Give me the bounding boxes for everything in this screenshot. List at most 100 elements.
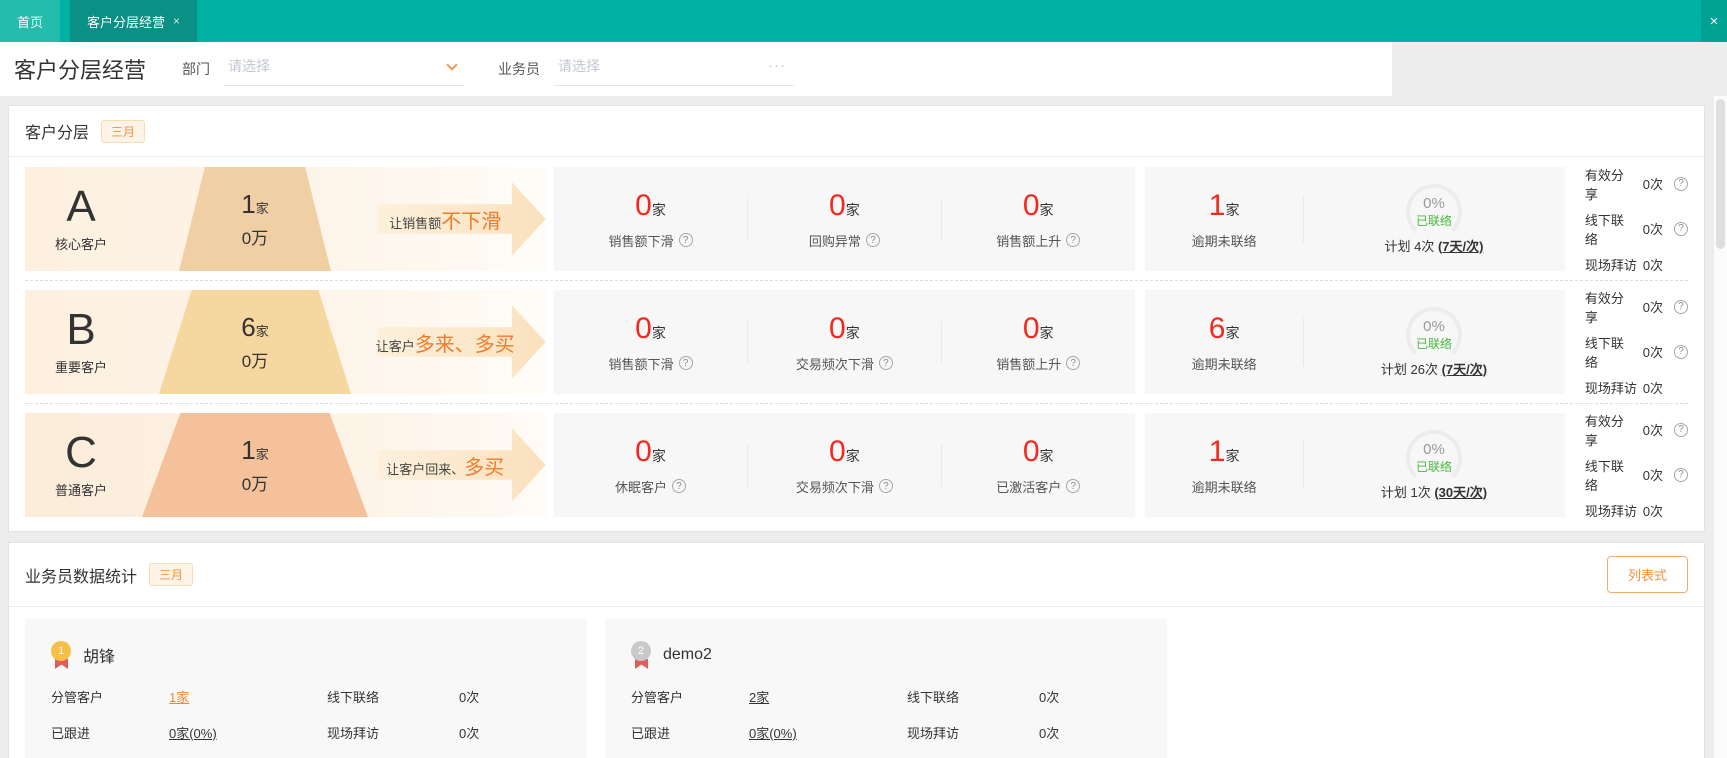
- tier-rows: A 核心客户 1家 0万 让销售额不下滑 0家 销售额下滑 ? 0家 回购异常 …: [9, 157, 1704, 531]
- gauge-col: 0% 已联络 计划 26次 (7天/次): [1303, 306, 1565, 378]
- stat-value-link[interactable]: 0家(0%): [749, 723, 907, 742]
- segmentation-title: 客户分层: [25, 125, 90, 142]
- toolbar-row: 客户分层经营 部门 请选择 业务员 请选择 ···: [0, 42, 1727, 96]
- overdue-label: 逾期未联络: [1191, 356, 1257, 372]
- help-icon[interactable]: ?: [1066, 356, 1081, 370]
- tier-letter: C: [65, 428, 97, 477]
- stat-value-link[interactable]: 0家(0%): [169, 723, 327, 742]
- stat-col: 0家 销售额上升?: [941, 189, 1135, 250]
- rank-medal-icon: 1: [51, 641, 71, 669]
- help-icon[interactable]: ?: [865, 233, 880, 247]
- stat-value: 0: [635, 434, 652, 468]
- month-badge: 三月: [101, 119, 146, 143]
- side-value: 0次: [1642, 503, 1664, 519]
- stat-value: 0次: [459, 726, 480, 741]
- help-icon[interactable]: ?: [1674, 467, 1688, 482]
- side-label: 线下联络: [1584, 335, 1624, 370]
- help-icon[interactable]: ?: [1066, 479, 1081, 493]
- help-icon[interactable]: ?: [878, 479, 893, 493]
- funnel-count-unit: 家: [255, 324, 269, 339]
- salesman-panel: 业务员数据统计 三月 列表式 1 胡锋 分管客户 1家 线下联络 0次 已跟进 0家(…: [8, 542, 1705, 758]
- tier-a-funnel-block: A 核心客户 1家 0万 让销售额不下滑: [25, 167, 546, 271]
- plan-rate[interactable]: (30天/次): [1434, 485, 1487, 500]
- stat-unit: 家: [651, 201, 666, 218]
- plan-rate[interactable]: (7天/次): [1442, 362, 1488, 377]
- help-icon[interactable]: ?: [878, 356, 893, 370]
- gauge-percent: 0%: [1423, 194, 1445, 212]
- stat-value: 0次: [1039, 690, 1060, 705]
- salesman-select[interactable]: 请选择 ···: [554, 52, 795, 86]
- side-value: 0次: [1642, 468, 1664, 483]
- stat-value: 0: [1022, 188, 1040, 222]
- stat-unit: 家: [651, 447, 666, 464]
- stat-value-link[interactable]: 1家: [169, 687, 327, 706]
- stat-unit: 家: [845, 447, 860, 464]
- tier-letter: A: [66, 182, 96, 231]
- funnel-wrap: 1家 0万: [137, 413, 373, 517]
- side-line: 有效分享 0次?: [1585, 288, 1688, 326]
- funnel-count: 6: [241, 312, 256, 342]
- help-icon[interactable]: ?: [1674, 221, 1688, 236]
- tier-name: 重要客户: [54, 360, 107, 375]
- tier-b-contact-stats: 6家 逾期未联络 0% 已联络 计划 26次 (7天/次): [1145, 290, 1565, 394]
- month-badge: 三月: [149, 563, 194, 586]
- help-icon[interactable]: ?: [1066, 233, 1081, 247]
- tier-b-id: B 重要客户: [25, 308, 137, 376]
- tab-close-icon[interactable]: ×: [173, 14, 180, 28]
- dept-select[interactable]: 请选择: [224, 52, 465, 86]
- help-icon[interactable]: ?: [1674, 299, 1688, 314]
- stat-label: 销售额下滑: [608, 233, 674, 249]
- help-icon[interactable]: ?: [1674, 422, 1688, 437]
- plan-text: 计划 26次: [1380, 361, 1442, 377]
- help-icon[interactable]: ?: [678, 356, 693, 370]
- stat-value: 0: [635, 311, 652, 345]
- row-separator: [25, 280, 1688, 281]
- list-view-button[interactable]: 列表式: [1606, 556, 1688, 593]
- salesman-header: 业务员数据统计 三月 列表式: [9, 543, 1704, 607]
- tier-b-funnel-block: B 重要客户 6家 0万 让客户多来、多买: [25, 290, 546, 394]
- stat-value-link[interactable]: 2家: [749, 687, 907, 706]
- window-close-icon[interactable]: ×: [1701, 0, 1727, 42]
- side-value: 0次: [1642, 345, 1664, 360]
- help-icon[interactable]: ?: [678, 233, 693, 247]
- side-line: 有效分享 0次?: [1585, 165, 1688, 203]
- funnel-shape: 1家 0万: [179, 167, 331, 271]
- salesman-title: 业务员数据统计: [25, 568, 138, 586]
- gauge-col: 0% 已联络 计划 4次 (7天/次): [1303, 183, 1565, 255]
- overdue-unit: 家: [1225, 324, 1240, 341]
- card-stats-grid: 分管客户1家 线下联络0次 已跟进0家(0%) 现场拜访0次 逾期未联络0家 浏…: [51, 687, 561, 758]
- page-title: 客户分层经营: [14, 58, 147, 83]
- funnel-count-unit: 家: [255, 201, 269, 216]
- stat-label: 分管客户: [631, 690, 684, 705]
- tab-home[interactable]: 首页: [0, 0, 61, 42]
- gauge-status: 已联络: [1415, 336, 1452, 351]
- tier-b-side-list: 有效分享 0次? 线下联络 0次? 现场拜访 0次: [1585, 288, 1688, 397]
- help-icon[interactable]: ?: [1674, 176, 1688, 191]
- vertical-scrollbar[interactable]: [1713, 96, 1727, 758]
- overdue-label: 逾期未联络: [1191, 479, 1257, 495]
- stat-label: 线下联络: [907, 690, 960, 705]
- side-line: 现场拜访 0次: [1585, 378, 1688, 397]
- side-value: 0次: [1642, 257, 1664, 273]
- overdue-label: 逾期未联络: [1191, 233, 1257, 249]
- plan-rate[interactable]: (7天/次): [1438, 239, 1484, 254]
- side-value: 0次: [1642, 300, 1664, 315]
- tab-customer-segmentation[interactable]: 客户分层经营 ×: [70, 0, 198, 42]
- stat-col: 0家 休眠客户?: [554, 435, 748, 496]
- stat-value: 0: [829, 434, 846, 468]
- contact-gauge: 0% 已联络: [1405, 429, 1462, 486]
- overdue-value: 1: [1208, 188, 1226, 222]
- salesman-name: 胡锋: [83, 649, 116, 666]
- dept-placeholder: 请选择: [228, 58, 271, 74]
- side-label: 有效分享: [1584, 413, 1624, 448]
- scrollbar-thumb[interactable]: [1716, 99, 1725, 249]
- stat-label: 已跟进: [51, 726, 91, 741]
- ellipsis-icon: ···: [768, 57, 787, 74]
- help-icon[interactable]: ?: [1674, 344, 1688, 359]
- tier-name: 核心客户: [54, 237, 107, 252]
- help-icon[interactable]: ?: [672, 479, 687, 493]
- side-line: 线下联络 0次?: [1585, 333, 1688, 371]
- overdue-unit: 家: [1225, 447, 1240, 464]
- stat-label: 销售额上升: [996, 356, 1062, 372]
- row-separator: [25, 403, 1688, 404]
